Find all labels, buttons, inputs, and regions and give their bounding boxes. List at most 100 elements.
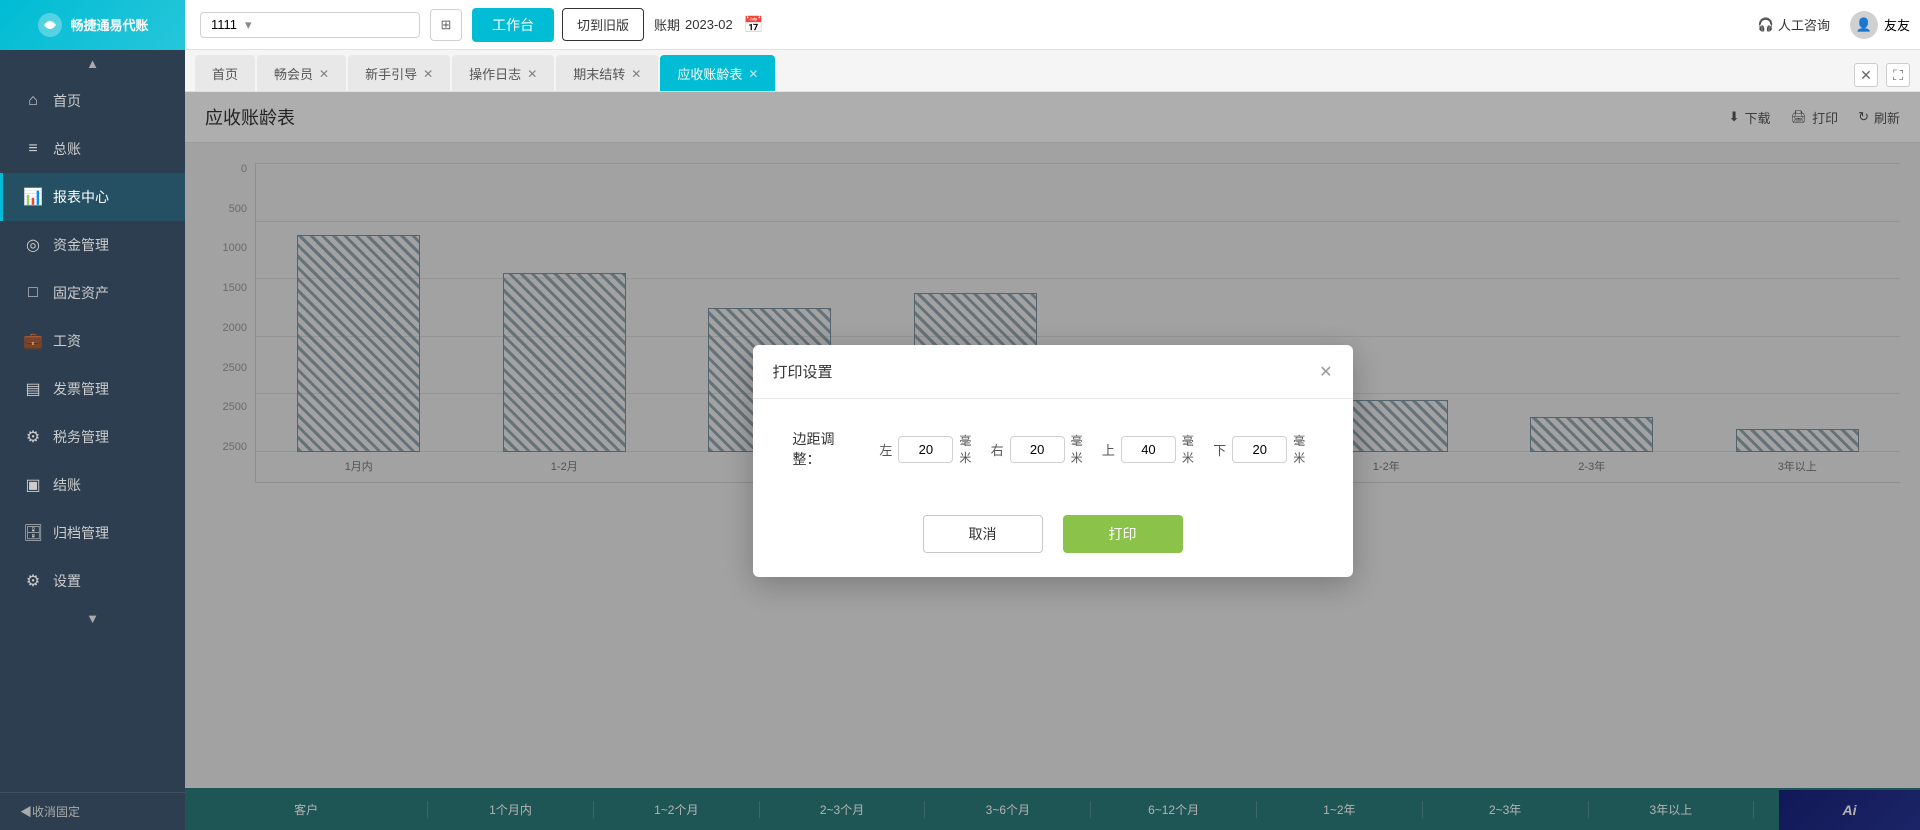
- tab-home-label: 首页: [212, 64, 238, 83]
- company-name: 1111: [211, 17, 237, 32]
- tab-maximize-button[interactable]: ⛶: [1886, 63, 1910, 87]
- tab-aging-close[interactable]: ✕: [748, 67, 758, 81]
- workbench-button[interactable]: 工作台: [472, 8, 554, 42]
- tab-period-close[interactable]: ✕: [631, 67, 641, 81]
- modal-body: 边距调整： 左 毫米 右 毫米: [753, 399, 1353, 499]
- sidebar-item-home[interactable]: ⌂ 首页: [0, 77, 185, 125]
- copy-icon: ⊞: [441, 17, 452, 33]
- margin-bottom-input[interactable]: [1232, 436, 1287, 463]
- tab-close-button[interactable]: ✕: [1854, 63, 1878, 87]
- assets-icon: □: [23, 284, 43, 302]
- sidebar-label-ledger: 总账: [53, 139, 81, 159]
- margin-left-group: 左 毫米: [879, 432, 978, 466]
- sidebar-label-invoice: 发票管理: [53, 379, 109, 399]
- support-label: 人工咨询: [1778, 15, 1830, 34]
- sidebar-item-ledger[interactable]: ≡ 总账: [0, 125, 185, 173]
- margin-row: 边距调整： 左 毫米 右 毫米: [793, 429, 1313, 469]
- user-name: 友友: [1884, 15, 1910, 34]
- tab-period[interactable]: 期末结转 ✕: [556, 55, 658, 91]
- print-settings-modal: 打印设置 ✕ 边距调整： 左 毫米 右: [753, 345, 1353, 577]
- cancel-button[interactable]: 取消: [923, 515, 1043, 553]
- tab-bar: 首页 畅会员 ✕ 新手引导 ✕ 操作日志 ✕ 期末结转 ✕ 应收账龄表 ✕: [185, 50, 1920, 92]
- sidebar-label-home: 首页: [53, 91, 81, 111]
- sidebar-collapse[interactable]: ◀收消固定: [0, 792, 185, 830]
- tab-log-label: 操作日志: [469, 64, 521, 83]
- sidebar-item-funds[interactable]: ◎ 资金管理: [0, 221, 185, 269]
- tab-guide[interactable]: 新手引导 ✕: [348, 55, 450, 91]
- margin-top-input[interactable]: [1121, 436, 1176, 463]
- sidebar: ▲ ⌂ 首页 ≡ 总账 📊 报表中心 ◎ 资金管理 □ 固定资产 💼 工资 ▤ …: [0, 50, 185, 830]
- modal-header: 打印设置 ✕: [753, 345, 1353, 399]
- sidebar-item-archive[interactable]: 🗄 归档管理: [0, 509, 185, 557]
- right-unit: 毫米: [1071, 432, 1090, 466]
- main-layout: ▲ ⌂ 首页 ≡ 总账 📊 报表中心 ◎ 资金管理 □ 固定资产 💼 工资 ▤ …: [0, 50, 1920, 830]
- margin-top-group: 上 毫米: [1102, 432, 1201, 466]
- funds-icon: ◎: [23, 235, 43, 255]
- salary-icon: 💼: [23, 331, 43, 351]
- margin-label: 边距调整：: [793, 429, 860, 469]
- support-link[interactable]: 🎧 人工咨询: [1758, 15, 1830, 34]
- tab-log-close[interactable]: ✕: [527, 67, 537, 81]
- sidebar-item-invoice[interactable]: ▤ 发票管理: [0, 365, 185, 413]
- sidebar-label-settings: 设置: [53, 571, 81, 591]
- header-right: 🎧 人工咨询 👤 友友: [1758, 11, 1910, 39]
- modal-backdrop: 打印设置 ✕ 边距调整： 左 毫米 右: [185, 92, 1920, 830]
- copy-button[interactable]: ⊞: [430, 9, 462, 41]
- reports-icon: 📊: [23, 187, 43, 207]
- sidebar-item-assets[interactable]: □ 固定资产: [0, 269, 185, 317]
- margin-right-input[interactable]: [1010, 436, 1065, 463]
- tab-vip-close[interactable]: ✕: [319, 67, 329, 81]
- sidebar-label-funds: 资金管理: [53, 235, 109, 255]
- left-unit: 毫米: [959, 432, 978, 466]
- period-label: 账期: [654, 15, 680, 34]
- tab-log[interactable]: 操作日志 ✕: [452, 55, 554, 91]
- page-content: 应收账龄表 ⬇ 下载 🖨 打印 ↻ 刷新: [185, 92, 1920, 830]
- sidebar-scroll-up[interactable]: ▲: [0, 50, 185, 77]
- tab-guide-label: 新手引导: [365, 64, 417, 83]
- calendar-icon[interactable]: 📅: [744, 15, 764, 35]
- sidebar-label-tax: 税务管理: [53, 427, 109, 447]
- logo-text: 畅捷通易代账: [70, 15, 148, 34]
- sidebar-item-reports[interactable]: 📊 报表中心: [0, 173, 185, 221]
- margin-bottom-group: 下 毫米: [1213, 432, 1312, 466]
- top-unit: 毫米: [1182, 432, 1201, 466]
- sidebar-scroll-down[interactable]: ▼: [0, 605, 185, 632]
- bottom-unit: 毫米: [1293, 432, 1312, 466]
- sidebar-item-salary[interactable]: 💼 工资: [0, 317, 185, 365]
- modal-title: 打印设置: [773, 361, 833, 382]
- sidebar-label-archive: 归档管理: [53, 523, 109, 543]
- tab-vip[interactable]: 畅会员 ✕: [257, 55, 346, 91]
- logo-icon: [36, 11, 64, 39]
- sidebar-item-checkout[interactable]: ▣ 结账: [0, 461, 185, 509]
- confirm-print-button[interactable]: 打印: [1063, 515, 1183, 553]
- modal-footer: 取消 打印: [753, 499, 1353, 577]
- company-selector[interactable]: 1111 ▾: [200, 12, 420, 38]
- sidebar-label-assets: 固定资产: [53, 283, 109, 303]
- ledger-icon: ≡: [23, 140, 43, 158]
- sidebar-item-tax[interactable]: ⚙ 税务管理: [0, 413, 185, 461]
- top-header: 畅捷通易代账 1111 ▾ ⊞ 工作台 切到旧版 账期 2023-02 📅 🎧 …: [0, 0, 1920, 50]
- left-direction-label: 左: [879, 440, 892, 459]
- logo-area: 畅捷通易代账: [0, 0, 185, 50]
- tab-vip-label: 畅会员: [274, 64, 313, 83]
- invoice-icon: ▤: [23, 379, 43, 399]
- tab-home[interactable]: 首页: [195, 55, 255, 91]
- period-value: 2023-02: [685, 17, 733, 32]
- top-direction-label: 上: [1102, 440, 1115, 459]
- user-area[interactable]: 👤 友友: [1850, 11, 1910, 39]
- home-icon: ⌂: [23, 92, 43, 110]
- right-direction-label: 右: [991, 440, 1004, 459]
- modal-close-button[interactable]: ✕: [1319, 362, 1332, 382]
- tax-icon: ⚙: [23, 427, 43, 447]
- sidebar-item-settings[interactable]: ⚙ 设置: [0, 557, 185, 605]
- sidebar-label-reports: 报表中心: [53, 187, 109, 207]
- switch-button[interactable]: 切到旧版: [562, 8, 644, 41]
- tab-guide-close[interactable]: ✕: [423, 67, 433, 81]
- sidebar-label-salary: 工资: [53, 331, 81, 351]
- tab-period-label: 期末结转: [573, 64, 625, 83]
- sidebar-label-checkout: 结账: [53, 475, 81, 495]
- checkout-icon: ▣: [23, 475, 43, 495]
- margin-left-input[interactable]: [898, 436, 953, 463]
- tab-aging[interactable]: 应收账龄表 ✕: [660, 55, 775, 91]
- dropdown-icon: ▾: [245, 17, 252, 33]
